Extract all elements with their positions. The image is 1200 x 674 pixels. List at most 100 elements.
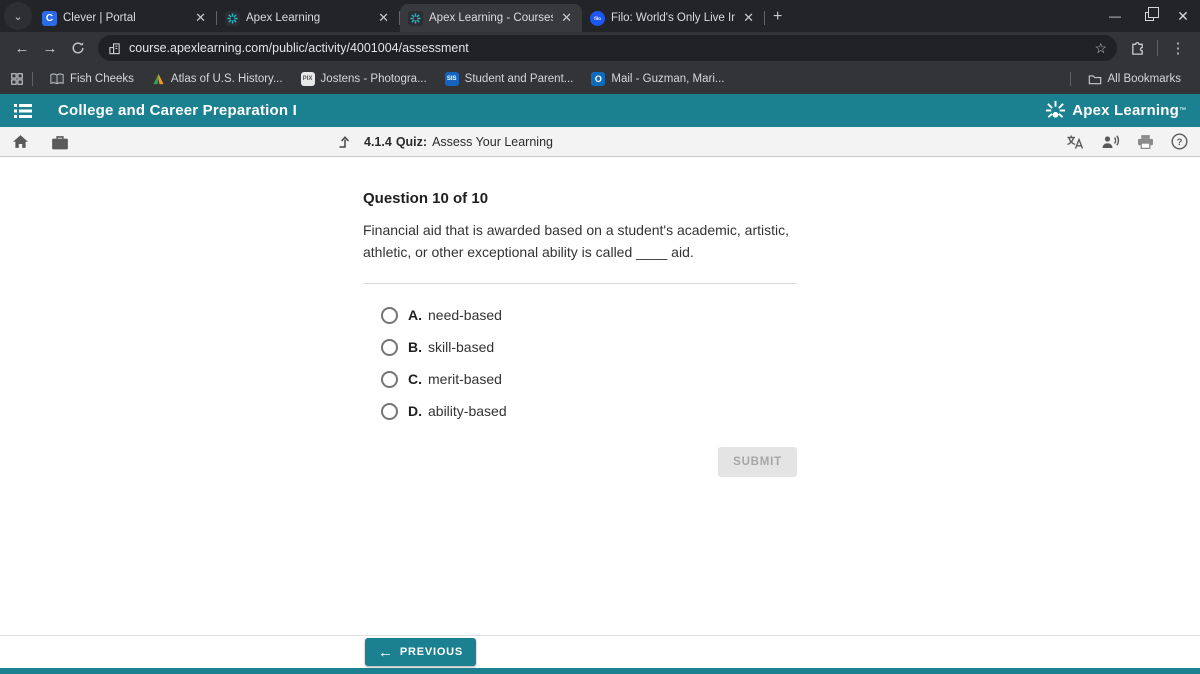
read-aloud-icon[interactable]	[1101, 134, 1120, 150]
level-up-icon[interactable]	[337, 134, 352, 149]
bookmark-label: Student and Parent...	[464, 73, 574, 85]
briefcase-icon[interactable]	[51, 134, 69, 150]
tab-search-button[interactable]: ⌄	[4, 2, 32, 30]
browser-toolbar: ← → course.apexlearning.com/public/activ…	[0, 32, 1200, 64]
radio-button[interactable]	[381, 370, 398, 388]
bookmarks-separator	[1069, 72, 1071, 86]
all-bookmarks-button[interactable]: All Bookmarks	[1088, 73, 1182, 85]
bookmark-label: Jostens - Photogra...	[320, 73, 427, 85]
all-bookmarks-label: All Bookmarks	[1107, 73, 1182, 85]
new-tab-button[interactable]: +	[773, 8, 782, 26]
activity-name: Assess Your Learning	[432, 134, 553, 149]
bookmarks-bar: Fish Cheeks Atlas of U.S. History... PIX…	[0, 64, 1200, 94]
minimize-button[interactable]: —	[1098, 0, 1132, 32]
bookmark-fish-cheeks[interactable]: Fish Cheeks	[50, 73, 134, 85]
tab-title: Apex Learning	[246, 12, 321, 24]
option-text: merit-based	[428, 371, 502, 388]
bookmark-atlas-history[interactable]: Atlas of U.S. History...	[152, 73, 283, 85]
browser-window: ⌄ C Clever | Portal ✕ Apex Learning ✕ Ap…	[0, 0, 1200, 674]
bottom-accent-bar	[0, 668, 1200, 674]
site-info-icon[interactable]	[108, 42, 121, 55]
tab-filo[interactable]: filo Filo: World's Only Live Instant T ✕	[582, 4, 764, 32]
tab-apex-learning-courses-active[interactable]: Apex Learning - Courses ✕	[400, 4, 582, 32]
close-window-button[interactable]: ✕	[1166, 0, 1200, 32]
restore-button[interactable]	[1132, 0, 1166, 32]
course-title: College and Career Preparation I	[58, 102, 297, 119]
answer-option-c[interactable]: C. merit-based	[381, 370, 797, 388]
activity-tools: ?	[1066, 133, 1188, 150]
tab-close-icon[interactable]: ✕	[193, 10, 208, 26]
tab-separator	[764, 11, 765, 25]
apps-grid-icon[interactable]	[10, 72, 24, 86]
activity-title-group: 4.1.4 Quiz: Assess Your Learning	[337, 134, 553, 149]
previous-button[interactable]: ← PREVIOUS	[365, 638, 477, 666]
print-icon[interactable]	[1137, 134, 1154, 150]
question-divider	[363, 283, 797, 285]
tab-title: Apex Learning - Courses	[429, 12, 554, 24]
option-letter: B.	[408, 339, 422, 356]
clever-favicon-icon: C	[42, 10, 57, 26]
previous-label: PREVIOUS	[399, 646, 464, 658]
extensions-icon[interactable]	[1123, 34, 1151, 62]
option-letter: C.	[408, 371, 422, 388]
quiz-footer: ← PREVIOUS	[0, 635, 1200, 668]
answer-option-d[interactable]: D. ability-based	[381, 402, 797, 420]
back-button[interactable]: ←	[8, 34, 36, 62]
answer-option-a[interactable]: A. need-based	[381, 306, 797, 324]
option-letter: A.	[408, 307, 422, 324]
sis-favicon-icon: SIS	[444, 72, 459, 86]
jostens-favicon-icon: PIX	[300, 72, 315, 86]
activity-type: Quiz:	[395, 134, 428, 149]
trademark-symbol: ™	[1179, 107, 1186, 114]
filo-favicon-icon: filo	[590, 10, 605, 26]
course-header: College and Career Preparation I Apex Le…	[0, 94, 1200, 127]
svg-text:?: ?	[1177, 137, 1183, 148]
translate-icon[interactable]	[1066, 134, 1084, 150]
atlas-logo-icon	[152, 73, 165, 85]
apex-learning-logo: Apex Learning ™	[1045, 100, 1186, 121]
tab-close-icon[interactable]: ✕	[559, 10, 574, 26]
question-text: Financial aid that is awarded based on a…	[363, 222, 790, 260]
bookmark-label: Atlas of U.S. History...	[170, 73, 283, 85]
bookmarks-separator	[32, 72, 33, 86]
radio-button[interactable]	[381, 338, 398, 356]
answer-option-b[interactable]: B. skill-based	[381, 338, 797, 356]
apex-learning-wordmark: Apex Learning	[1072, 102, 1179, 119]
apex-starburst-icon	[1046, 100, 1066, 118]
activity-bar: 4.1.4 Quiz: Assess Your Learning ?	[0, 127, 1200, 157]
bookmark-label: Fish Cheeks	[70, 73, 134, 85]
apex-favicon-icon	[225, 10, 240, 26]
bookmark-student-parent[interactable]: SIS Student and Parent...	[444, 72, 574, 86]
forward-button[interactable]: →	[36, 34, 64, 62]
radio-button[interactable]	[381, 402, 398, 420]
bookmark-jostens[interactable]: PIX Jostens - Photogra...	[300, 72, 427, 86]
activity-code: 4.1.4	[364, 134, 392, 149]
reload-button[interactable]	[64, 34, 92, 62]
tab-strip: ⌄ C Clever | Portal ✕ Apex Learning ✕ Ap…	[0, 0, 1200, 32]
tab-title: Clever | Portal	[63, 12, 136, 24]
home-icon[interactable]	[12, 134, 29, 149]
option-text: need-based	[428, 307, 502, 324]
radio-button[interactable]	[381, 306, 398, 324]
tab-clever-portal[interactable]: C Clever | Portal ✕	[34, 4, 216, 32]
tab-close-icon[interactable]: ✕	[376, 10, 391, 26]
tab-close-icon[interactable]: ✕	[741, 10, 756, 26]
browser-menu-icon[interactable]: ⋮	[1164, 34, 1192, 62]
restore-icon	[1144, 6, 1159, 21]
course-menu-icon[interactable]	[14, 103, 32, 119]
bookmark-star-icon[interactable]: ☆	[1094, 40, 1107, 57]
quiz-content: Question 10 of 10 Financial aid that is …	[0, 157, 1200, 635]
bookmark-label: Mail - Guzman, Mari...	[611, 73, 725, 85]
bookmark-mail-guzman[interactable]: O Mail - Guzman, Mari...	[591, 72, 724, 86]
question-counter: Question 10 of 10	[363, 190, 489, 207]
tab-apex-learning[interactable]: Apex Learning ✕	[217, 4, 399, 32]
option-text: ability-based	[428, 403, 507, 420]
option-text: skill-based	[428, 339, 495, 356]
window-controls: — ✕	[1098, 0, 1200, 32]
toolbar-right: ⋮	[1123, 34, 1192, 62]
help-icon[interactable]: ?	[1171, 133, 1188, 150]
url-text[interactable]: course.apexlearning.com/public/activity/…	[129, 41, 1094, 55]
address-bar[interactable]: course.apexlearning.com/public/activity/…	[98, 35, 1117, 61]
submit-button[interactable]: SUBMIT	[718, 447, 797, 478]
apex-favicon-icon	[408, 10, 423, 26]
